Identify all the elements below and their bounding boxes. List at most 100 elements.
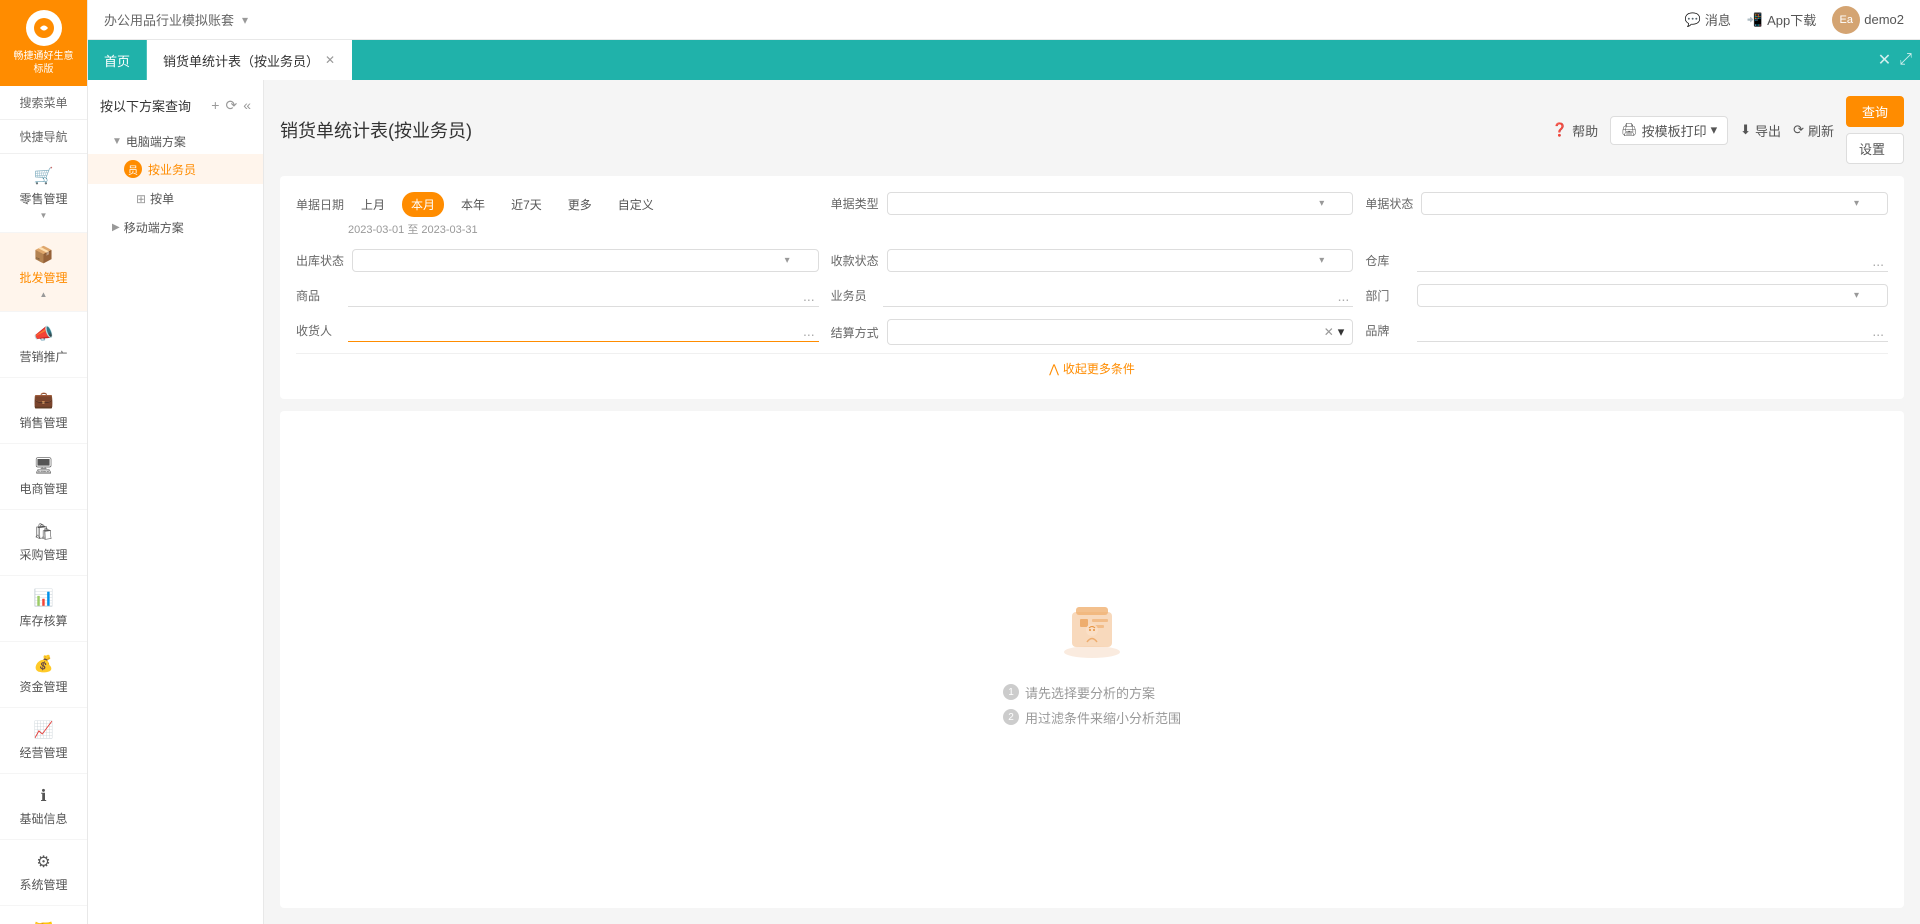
- refresh-scheme-button[interactable]: ⟳: [225, 97, 237, 114]
- search-menu[interactable]: 搜索菜单: [0, 86, 87, 120]
- query-button[interactable]: 查询: [1846, 96, 1904, 127]
- sidebar-item-marketing[interactable]: 📣 营销推广: [0, 312, 87, 378]
- collapse-scheme-button[interactable]: «: [243, 97, 251, 114]
- salesperson-dots-button[interactable]: ...: [1338, 288, 1350, 304]
- date-filter-row: 上月 本月 本年 近7天 更多 自定义: [352, 192, 663, 217]
- scheme-sub-item-order[interactable]: ⊞ 按单: [88, 184, 263, 213]
- sidebar-item-ecommerce[interactable]: 🖥 电商管理: [0, 444, 87, 510]
- filter-doc-type: 单据类型 ▾: [831, 192, 1354, 215]
- sidebar-item-enterprise[interactable]: 🤝 企业协同: [0, 906, 87, 924]
- warehouse-dots-button[interactable]: ...: [1872, 253, 1884, 269]
- filter-out-status: 出库状态 ▾: [296, 249, 819, 272]
- brand-dots-button[interactable]: ...: [1872, 323, 1884, 339]
- basic-icon: ℹ: [40, 786, 46, 806]
- pc-arrow-icon: ▼: [112, 136, 122, 147]
- doc-status-label: 单据状态: [1365, 195, 1413, 212]
- sidebar-item-inventory[interactable]: 📊 库存核算: [0, 576, 87, 642]
- warehouse-label: 仓库: [1365, 252, 1409, 269]
- template-print-button[interactable]: 🖨 按模板打印 ▾: [1610, 116, 1728, 145]
- filter-settle: 结算方式 ✕ ▾: [831, 319, 1354, 345]
- filter-row-4: 收货人 ... 结算方式 ✕: [296, 319, 1888, 345]
- scheme-pc-title[interactable]: ▼ 电脑端方案: [88, 127, 263, 154]
- sidebar-item-sales-label: 销售管理: [19, 414, 67, 431]
- settle-dropdown[interactable]: ✕ ▾: [887, 319, 1354, 345]
- dept-dropdown[interactable]: ▾: [1417, 284, 1888, 307]
- operation-icon: 📈: [34, 720, 54, 740]
- sidebar-item-system-label: 系统管理: [19, 876, 67, 893]
- date-btn-this-month[interactable]: 本月: [402, 192, 444, 217]
- page-title-bar: 销货单统计表(按业务员) ❓ 帮助 🖨 按模板打印 ▾ ⬇ 导出: [280, 96, 1904, 164]
- empty-icon: [1052, 587, 1132, 667]
- tab-home[interactable]: 首页: [88, 40, 147, 80]
- sidebar-item-wholesale-label: 批发管理: [19, 269, 67, 286]
- scheme-sub-item-label: 按单: [150, 190, 174, 207]
- filter-consignee: 收货人 ...: [296, 319, 819, 342]
- doc-status-dropdown[interactable]: ▾: [1421, 192, 1888, 215]
- user-menu[interactable]: Ea demo2: [1832, 6, 1904, 34]
- marketing-icon: 📣: [34, 324, 54, 344]
- sidebar-item-finance[interactable]: 💰 资金管理: [0, 642, 87, 708]
- sidebar-item-operation[interactable]: 📈 经营管理: [0, 708, 87, 774]
- date-btn-7days[interactable]: 近7天: [502, 192, 551, 217]
- retail-arrow: ▼: [40, 211, 48, 220]
- scheme-mobile-title[interactable]: ▶ 移动端方案: [88, 213, 263, 240]
- doc-type-dropdown[interactable]: ▾: [887, 192, 1354, 215]
- sidebar-item-retail[interactable]: 🛒 零售管理 ▼: [0, 154, 87, 233]
- shortcut-nav[interactable]: 快捷导航: [0, 120, 87, 154]
- settle-arrow: ▾: [1338, 324, 1345, 340]
- date-btn-last-month[interactable]: 上月: [352, 192, 394, 217]
- sidebar-item-purchase[interactable]: 🛍 采购管理: [0, 510, 87, 576]
- date-btn-custom[interactable]: 自定义: [609, 192, 663, 217]
- app-download-button[interactable]: 📲 App下载: [1747, 10, 1816, 29]
- purchase-icon: 🛍: [33, 522, 53, 542]
- date-btn-this-year[interactable]: 本年: [452, 192, 494, 217]
- sidebar-item-system[interactable]: ⚙ 系统管理: [0, 840, 87, 906]
- sidebar-item-wholesale[interactable]: 📦 批发管理 ▲: [0, 233, 87, 312]
- logo[interactable]: 畅捷通好生意 标版: [0, 0, 87, 86]
- sidebar-item-sales[interactable]: 💼 销售管理: [0, 378, 87, 444]
- scheme-pc-label: 电脑端方案: [126, 133, 186, 150]
- left-panel: 按以下方案查询 + ⟳ « ▼ 电脑端方案 员 按业务员 ⊞ 按单: [88, 80, 264, 924]
- date-btn-more[interactable]: 更多: [559, 192, 601, 217]
- goods-input[interactable]: [348, 284, 819, 307]
- out-status-dropdown[interactable]: ▾: [352, 249, 819, 272]
- tab-report-close[interactable]: ✕: [325, 53, 335, 67]
- refresh-button[interactable]: ⟳ 刷新: [1793, 121, 1834, 140]
- receipt-status-dropdown[interactable]: ▾: [887, 249, 1354, 272]
- goods-dots-button[interactable]: ...: [803, 288, 815, 304]
- sidebar-item-retail-label: 零售管理: [19, 190, 67, 207]
- topbar-dropdown-icon[interactable]: ▾: [242, 13, 248, 27]
- refresh-icon: ⟳: [1793, 122, 1804, 138]
- warehouse-input[interactable]: [1417, 249, 1888, 272]
- settings-button[interactable]: 设置: [1846, 133, 1904, 164]
- consignee-label: 收货人: [296, 322, 340, 339]
- add-scheme-button[interactable]: +: [211, 97, 219, 114]
- help-button[interactable]: ❓ 帮助: [1552, 121, 1598, 140]
- tab-close-all-button[interactable]: ✕: [1878, 50, 1891, 70]
- collapse-conditions-button[interactable]: ⋀ 收起更多条件: [296, 353, 1888, 383]
- message-button[interactable]: 💬 消息: [1685, 10, 1731, 29]
- tab-expand-button[interactable]: ⤢: [1899, 51, 1912, 69]
- mobile-arrow-icon: ▶: [112, 222, 120, 233]
- brand-input[interactable]: [1417, 319, 1888, 342]
- left-panel-header: 按以下方案查询 + ⟳ «: [88, 88, 263, 123]
- content: 按以下方案查询 + ⟳ « ▼ 电脑端方案 员 按业务员 ⊞ 按单: [88, 80, 1920, 924]
- export-label: 导出: [1755, 121, 1781, 140]
- export-button[interactable]: ⬇ 导出: [1740, 121, 1781, 140]
- filter-row-1: 单据日期 上月 本月 本年 近7天 更多 自定义 单据类型: [296, 192, 1888, 217]
- settle-clear-button[interactable]: ✕: [1324, 325, 1334, 339]
- tab-report[interactable]: 销货单统计表（按业务员） ✕: [147, 40, 352, 80]
- sidebar-item-basic[interactable]: ℹ 基础信息: [0, 774, 87, 840]
- collapse-label: 收起更多条件: [1063, 360, 1135, 377]
- collapse-up-icon: ⋀: [1049, 362, 1059, 376]
- scheme-item-salesperson[interactable]: 员 按业务员: [88, 154, 263, 184]
- inventory-icon: 📊: [34, 588, 54, 608]
- template-print-label: 按模板打印: [1642, 121, 1707, 140]
- goods-label: 商品: [296, 287, 340, 304]
- salesperson-input[interactable]: [883, 284, 1354, 307]
- consignee-input[interactable]: [348, 319, 819, 342]
- tab-home-label: 首页: [104, 51, 130, 70]
- doc-status-arrow: ▾: [1854, 198, 1859, 209]
- consignee-dots-button[interactable]: ...: [803, 323, 815, 339]
- receipt-status-arrow: ▾: [1319, 255, 1324, 266]
